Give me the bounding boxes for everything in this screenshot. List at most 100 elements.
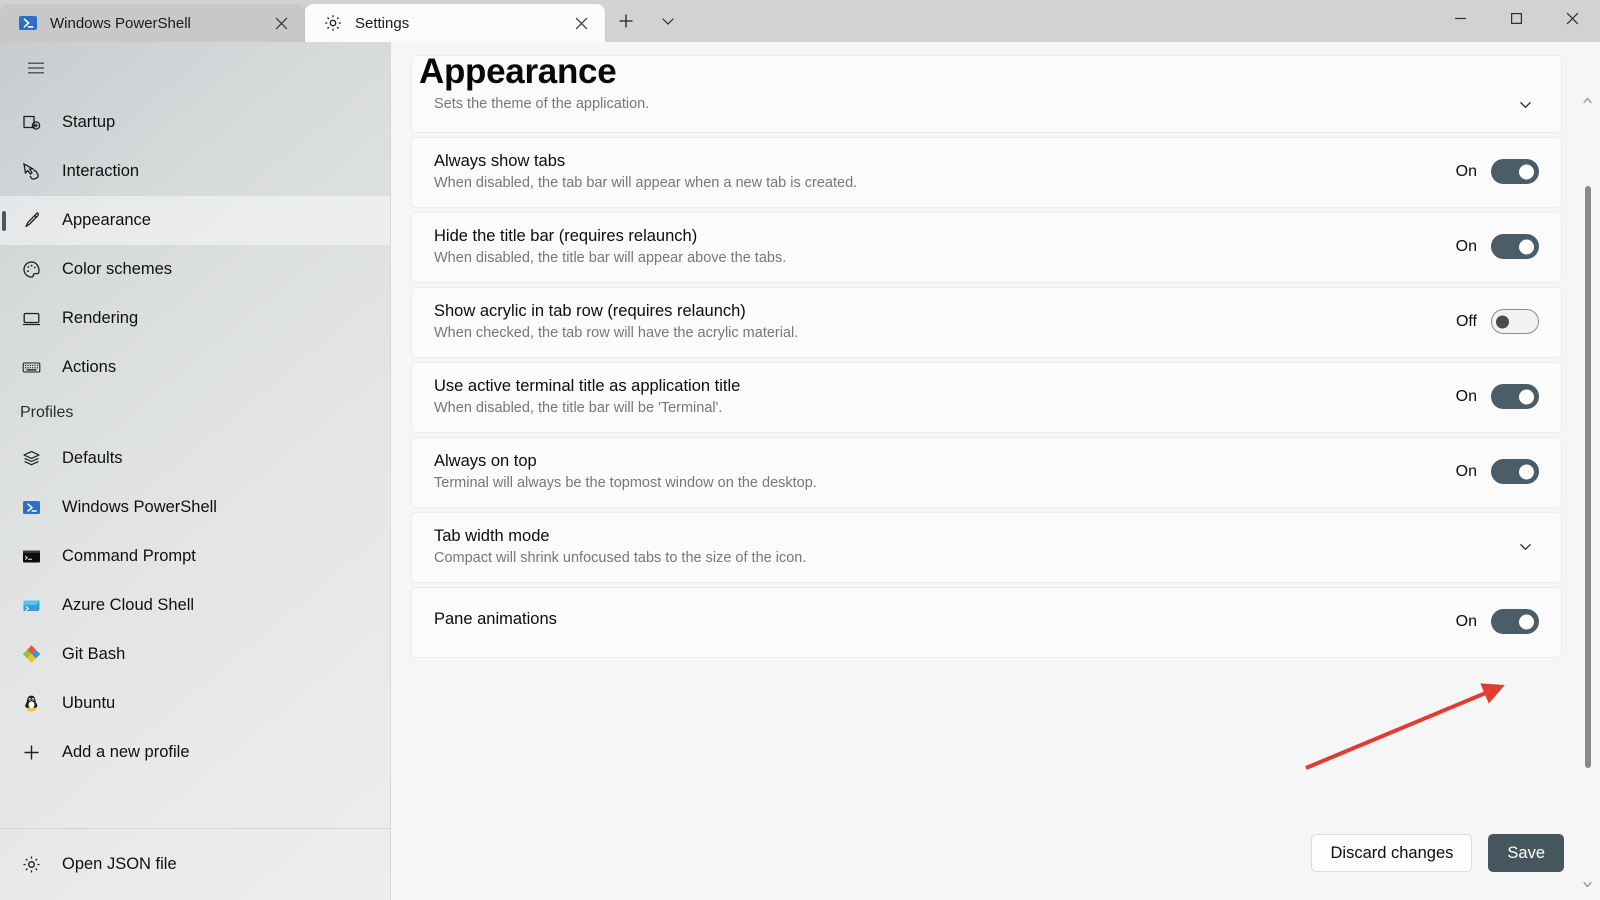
scrollbar-thumb[interactable] [1585, 186, 1591, 768]
ubuntu-penguin-icon [20, 693, 42, 715]
sidebar-item-defaults[interactable]: Defaults [0, 434, 390, 483]
save-button[interactable]: Save [1488, 834, 1564, 872]
setting-control [1511, 90, 1539, 118]
layers-icon [20, 448, 42, 470]
setting-subtitle: Compact will shrink unfocused tabs to th… [434, 550, 807, 566]
sidebar-item-label: Appearance [62, 211, 151, 229]
sidebar-item-actions[interactable]: Actions [0, 343, 390, 392]
sidebar-item-open-json-file[interactable]: Open JSON file [0, 828, 390, 900]
tab-windows-powershell[interactable]: Windows PowerShell [0, 4, 305, 42]
setting-card-always-on-top[interactable]: Always on top Terminal will always be th… [411, 437, 1562, 508]
tab-dropdown-button[interactable] [647, 4, 689, 42]
setting-control: On [1451, 384, 1539, 409]
close-icon[interactable] [267, 9, 295, 37]
setting-text: Always on top Terminal will always be th… [434, 452, 1451, 491]
keyboard-icon [20, 357, 42, 379]
toggle-state-label: Off [1455, 312, 1477, 330]
setting-title: Pane animations [434, 610, 557, 628]
setting-card-tab-width-mode[interactable]: Tab width mode Compact will shrink unfoc… [411, 512, 1562, 583]
plus-icon [618, 13, 634, 34]
minimize-button[interactable] [1432, 0, 1488, 42]
toggle-knob [1519, 389, 1534, 404]
close-icon[interactable] [567, 9, 595, 37]
toggle-knob [1519, 464, 1534, 479]
powershell-icon [18, 13, 38, 33]
setting-control: On [1451, 459, 1539, 484]
sidebar-item-label: Startup [62, 113, 116, 131]
azure-icon [20, 595, 42, 617]
hamburger-icon[interactable] [8, 44, 64, 92]
setting-card-pane-animations[interactable]: Pane animations On [411, 587, 1562, 658]
sidebar-item-command-prompt[interactable]: Command Prompt [0, 532, 390, 581]
sidebar-item-color-schemes[interactable]: Color schemes [0, 245, 390, 294]
settings-main-panel: Appearance Sets the theme of the applica… [391, 42, 1600, 900]
close-icon [1566, 12, 1579, 30]
tab-label: Windows PowerShell [50, 14, 191, 32]
cursor-hand-icon [20, 161, 42, 183]
sidebar-item-add-new-profile[interactable]: Add a new profile [0, 728, 390, 777]
vertical-scrollbar[interactable] [1579, 92, 1596, 892]
chevron-down-icon [661, 14, 675, 33]
sidebar-item-label: Command Prompt [62, 547, 196, 565]
toggle-knob [1519, 614, 1534, 629]
setting-title: Tab width mode [434, 527, 550, 545]
use-active-terminal-title-toggle[interactable] [1491, 384, 1539, 409]
setting-subtitle: When disabled, the tab bar will appear w… [434, 175, 858, 191]
setting-control: On [1451, 234, 1539, 259]
terminal-settings-window: Windows PowerShell Settings Startup Inte… [0, 0, 1600, 900]
chevron-down-icon[interactable] [1511, 533, 1539, 561]
sidebar-item-label: Interaction [62, 162, 140, 180]
startup-icon [20, 112, 42, 134]
setting-subtitle: When checked, the tab row will have the … [434, 325, 799, 341]
setting-title: Hide the title bar (requires relaunch) [434, 227, 698, 245]
always-on-top-toggle[interactable] [1491, 459, 1539, 484]
sidebar-item-label: Azure Cloud Shell [62, 596, 195, 614]
tab-label: Settings [355, 14, 410, 32]
sidebar-nav: Startup Interaction Appearance Color sch… [0, 98, 390, 777]
setting-text: Always show tabs When disabled, the tab … [434, 152, 1451, 191]
new-tab-button[interactable] [605, 4, 647, 42]
chevron-down-icon [1583, 881, 1592, 887]
sidebar-item-interaction[interactable]: Interaction [0, 147, 390, 196]
sidebar-item-azure-cloud-shell[interactable]: Azure Cloud Shell [0, 581, 390, 630]
settings-card-list: Sets the theme of the application. Alway… [411, 55, 1562, 662]
discard-changes-button[interactable]: Discard changes [1311, 834, 1473, 872]
show-acrylic-toggle[interactable] [1491, 309, 1539, 334]
toggle-knob [1519, 239, 1534, 254]
setting-subtitle: When disabled, the title bar will appear… [434, 250, 787, 266]
sidebar-item-startup[interactable]: Startup [0, 98, 390, 147]
sidebar-item-label: Actions [62, 358, 117, 376]
setting-text: Hide the title bar (requires relaunch) W… [434, 227, 1451, 266]
setting-card-show-acrylic-in-tab-row[interactable]: Show acrylic in tab row (requires relaun… [411, 287, 1562, 358]
scroll-up-button[interactable] [1579, 92, 1596, 108]
sidebar-section-profiles: Profiles [20, 404, 74, 421]
title-bar: Windows PowerShell Settings [0, 0, 1600, 42]
plus-icon [20, 742, 42, 764]
hide-title-bar-toggle[interactable] [1491, 234, 1539, 259]
chevron-down-icon[interactable] [1511, 90, 1539, 118]
setting-card-use-active-terminal-title[interactable]: Use active terminal title as application… [411, 362, 1562, 433]
setting-subtitle: When disabled, the title bar will be 'Te… [434, 400, 723, 416]
sidebar-item-appearance[interactable]: Appearance [0, 196, 390, 245]
setting-card-always-show-tabs[interactable]: Always show tabs When disabled, the tab … [411, 137, 1562, 208]
always-show-tabs-toggle[interactable] [1491, 159, 1539, 184]
maximize-button[interactable] [1488, 0, 1544, 42]
pane-animations-toggle[interactable] [1491, 609, 1539, 634]
close-window-button[interactable] [1544, 0, 1600, 42]
toggle-state-label: On [1455, 162, 1477, 180]
scrollbar-track[interactable] [1579, 108, 1596, 876]
sidebar-item-rendering[interactable]: Rendering [0, 294, 390, 343]
tab-settings[interactable]: Settings [305, 4, 605, 42]
setting-text: Sets the theme of the application. [434, 96, 1511, 112]
scroll-down-button[interactable] [1579, 876, 1596, 892]
chevron-up-icon [1583, 97, 1592, 103]
sidebar-item-label: Git Bash [62, 645, 126, 663]
minimize-icon [1454, 12, 1467, 30]
sidebar-item-windows-powershell[interactable]: Windows PowerShell [0, 483, 390, 532]
gear-icon [323, 13, 343, 33]
sidebar-item-git-bash[interactable]: Git Bash [0, 630, 390, 679]
sidebar-item-label: Ubuntu [62, 694, 116, 712]
setting-card-hide-title-bar[interactable]: Hide the title bar (requires relaunch) W… [411, 212, 1562, 283]
powershell-icon [20, 497, 42, 519]
sidebar-item-ubuntu[interactable]: Ubuntu [0, 679, 390, 728]
